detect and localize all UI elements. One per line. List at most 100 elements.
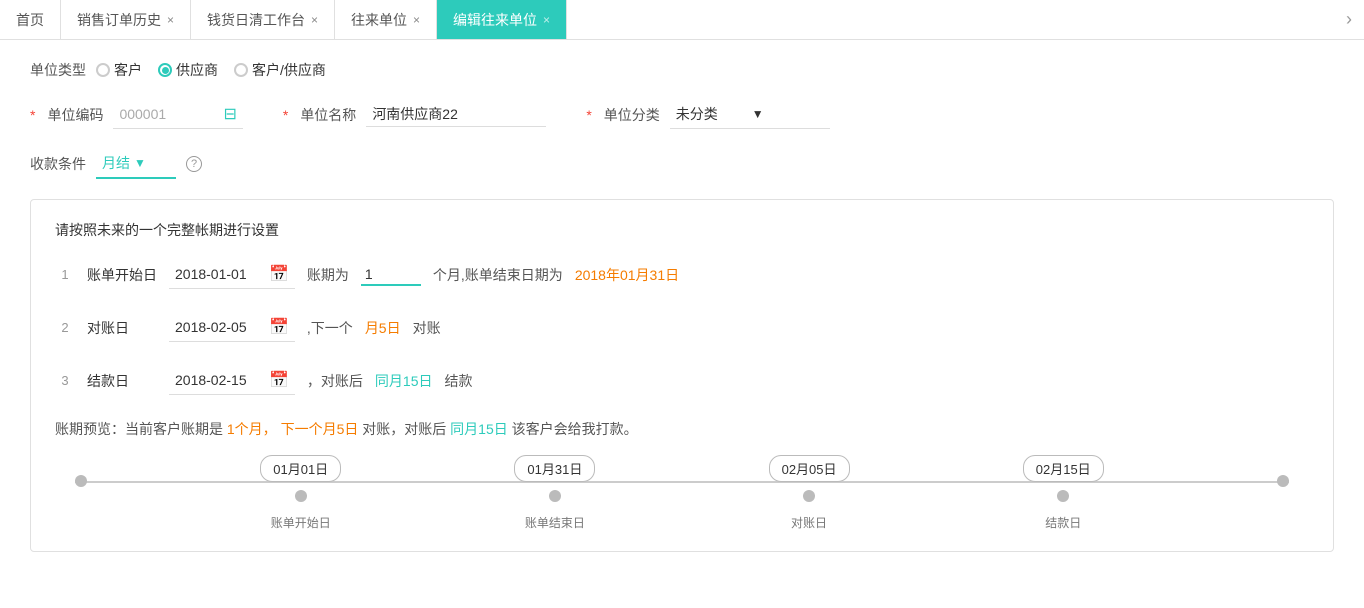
close-partner[interactable]: × — [413, 13, 420, 27]
unit-type-row: 单位类型 客户 供应商 客户/供应商 — [30, 60, 1334, 80]
preview-reconcile-text: 对账，对账后 — [362, 421, 446, 437]
unit-name-label: 单位名称 — [300, 105, 356, 125]
tab-partner[interactable]: 往来单位 × — [335, 0, 437, 39]
reconcile-date-field: 📅 — [169, 313, 295, 342]
timeline-points: 01月01日 账单开始日 01月31日 账单结束日 02月05日 对账日 — [75, 455, 1289, 531]
start-date-label: 账单开始日 — [87, 265, 157, 285]
main-content: 单位类型 客户 供应商 客户/供应商 * 单位编码 ⊟ * 单位名称 * — [0, 40, 1364, 608]
radio-label-both: 客户/供应商 — [252, 60, 326, 80]
tl-label-2: 01月31日 — [514, 455, 595, 482]
timeline-wrapper: 01月01日 账单开始日 01月31日 账单结束日 02月05日 对账日 — [55, 455, 1309, 531]
unit-category-value: 未分类 — [676, 104, 748, 124]
radio-label-customer: 客户 — [114, 60, 142, 80]
preview-pre: 账期预览：当前客户账期是 — [55, 421, 223, 437]
tl-desc-4: 结款日 — [1045, 514, 1081, 531]
unit-code-label: 单位编码 — [47, 105, 103, 125]
unit-code-copy-icon[interactable]: ⊟ — [223, 104, 236, 124]
reconcile-date-input[interactable] — [175, 319, 265, 335]
section-title: 请按照未来的一个完整帐期进行设置 — [55, 220, 1309, 240]
payment-date-field: 📅 — [169, 366, 295, 395]
tl-point-4: 02月15日 结款日 — [1023, 455, 1104, 531]
tl-node-3 — [803, 490, 815, 502]
required-name: * — [283, 107, 288, 123]
period-setting-section: 请按照未来的一个完整帐期进行设置 1 账单开始日 📅 账期为 个月,账单结束日期… — [30, 199, 1334, 552]
timeline-end-dot — [1277, 475, 1289, 487]
tl-node-4 — [1057, 490, 1069, 502]
unit-type-radio-group: 客户 供应商 客户/供应商 — [96, 60, 326, 80]
reconcile-date-label: 对账日 — [87, 318, 157, 338]
tl-right-dot — [1277, 475, 1289, 487]
tl-point-1: 01月01日 账单开始日 — [260, 455, 341, 531]
tl-desc-1: 账单开始日 — [271, 514, 331, 531]
tab-cash-work[interactable]: 钱货日清工作台 × — [191, 0, 335, 39]
tl-point-3: 02月05日 对账日 — [769, 455, 850, 531]
preview-1month: 1个月， — [227, 421, 277, 437]
payment-value: 月结 — [102, 153, 130, 173]
preview-text: 账期预览：当前客户账期是 1个月， 下一个月5日 对账，对账后 同月15日 该客… — [55, 419, 1309, 439]
tl-label-4: 02月15日 — [1023, 455, 1104, 482]
preview-end: 该客户会给我打款。 — [512, 421, 638, 437]
payment-date-pre: ，对账后 — [307, 371, 363, 391]
payment-select[interactable]: 月结 ▼ — [96, 149, 176, 179]
reconcile-pre: ,下一个 — [307, 318, 353, 338]
required-code: * — [30, 107, 35, 123]
radio-customer[interactable]: 客户 — [96, 60, 142, 80]
tl-node-1 — [295, 490, 307, 502]
tl-node-2 — [549, 490, 561, 502]
chevron-down-icon: ▼ — [752, 107, 824, 121]
payment-chevron-icon: ▼ — [134, 156, 146, 170]
reconcile-date-calendar-icon[interactable]: 📅 — [269, 317, 289, 337]
tab-home[interactable]: 首页 — [0, 0, 61, 39]
payment-date-calendar-icon[interactable]: 📅 — [269, 370, 289, 390]
reconcile-date-row: 2 对账日 📅 ,下一个 月5日 对账 — [55, 313, 1309, 342]
radio-circle-both — [234, 63, 248, 77]
payment-date-row: 3 结款日 📅 ，对账后 同月15日 结款 — [55, 366, 1309, 395]
payment-row: 收款条件 月结 ▼ ? — [30, 149, 1334, 179]
row-num-2: 2 — [55, 320, 75, 335]
payment-date-label: 结款日 — [87, 371, 157, 391]
start-date-field: 📅 — [169, 260, 295, 289]
unit-code-field: ⊟ — [113, 100, 242, 129]
radio-circle-supplier — [158, 63, 172, 77]
tl-desc-3: 对账日 — [791, 514, 827, 531]
preview-payment-date: 同月15日 — [450, 421, 508, 437]
period-desc-post: 个月,账单结束日期为 — [433, 265, 563, 285]
tab-sales-history[interactable]: 销售订单历史 × — [61, 0, 191, 39]
unit-name-input[interactable] — [366, 102, 546, 127]
radio-circle-customer — [96, 63, 110, 77]
start-date-calendar-icon[interactable]: 📅 — [269, 264, 289, 284]
row-num-1: 1 — [55, 267, 75, 282]
reconcile-post: 对账 — [413, 318, 441, 338]
required-category: * — [586, 107, 591, 123]
radio-supplier[interactable]: 供应商 — [158, 60, 218, 80]
payment-date-post: 结款 — [445, 371, 473, 391]
start-date-input[interactable] — [175, 266, 265, 282]
unit-category-label: 单位分类 — [604, 105, 660, 125]
start-date-row: 1 账单开始日 📅 账期为 个月,账单结束日期为 2018年01月31日 — [55, 260, 1309, 289]
tl-label-3: 02月05日 — [769, 455, 850, 482]
payment-date-input[interactable] — [175, 372, 265, 388]
radio-both[interactable]: 客户/供应商 — [234, 60, 326, 80]
close-edit-partner[interactable]: × — [543, 13, 550, 27]
tl-left-dot — [75, 475, 87, 487]
payment-date-highlight: 同月15日 — [375, 371, 433, 391]
tab-edit-partner[interactable]: 编辑往来单位 × — [437, 0, 567, 39]
radio-label-supplier: 供应商 — [176, 60, 218, 80]
unit-info-row: * 单位编码 ⊟ * 单位名称 * 单位分类 未分类 ▼ — [30, 100, 1334, 129]
unit-type-label: 单位类型 — [30, 60, 86, 80]
tl-label-1: 01月01日 — [260, 455, 341, 482]
close-cash-work[interactable]: × — [311, 13, 318, 27]
period-months-input[interactable] — [361, 264, 421, 286]
help-icon[interactable]: ? — [186, 156, 202, 172]
payment-label: 收款条件 — [30, 154, 86, 174]
tl-point-2: 01月31日 账单结束日 — [514, 455, 595, 531]
tl-desc-2: 账单结束日 — [525, 514, 585, 531]
timeline-start-dot — [75, 475, 87, 487]
unit-code-input[interactable] — [119, 106, 219, 122]
expand-tabs-button[interactable]: › — [1334, 0, 1364, 39]
tab-bar: 首页 销售订单历史 × 钱货日清工作台 × 往来单位 × 编辑往来单位 × › — [0, 0, 1364, 40]
unit-category-select[interactable]: 未分类 ▼ — [670, 100, 830, 129]
close-sales-history[interactable]: × — [167, 13, 174, 27]
period-desc-pre: 账期为 — [307, 265, 349, 285]
preview-reconcile: 下一个月5日 — [281, 421, 359, 437]
